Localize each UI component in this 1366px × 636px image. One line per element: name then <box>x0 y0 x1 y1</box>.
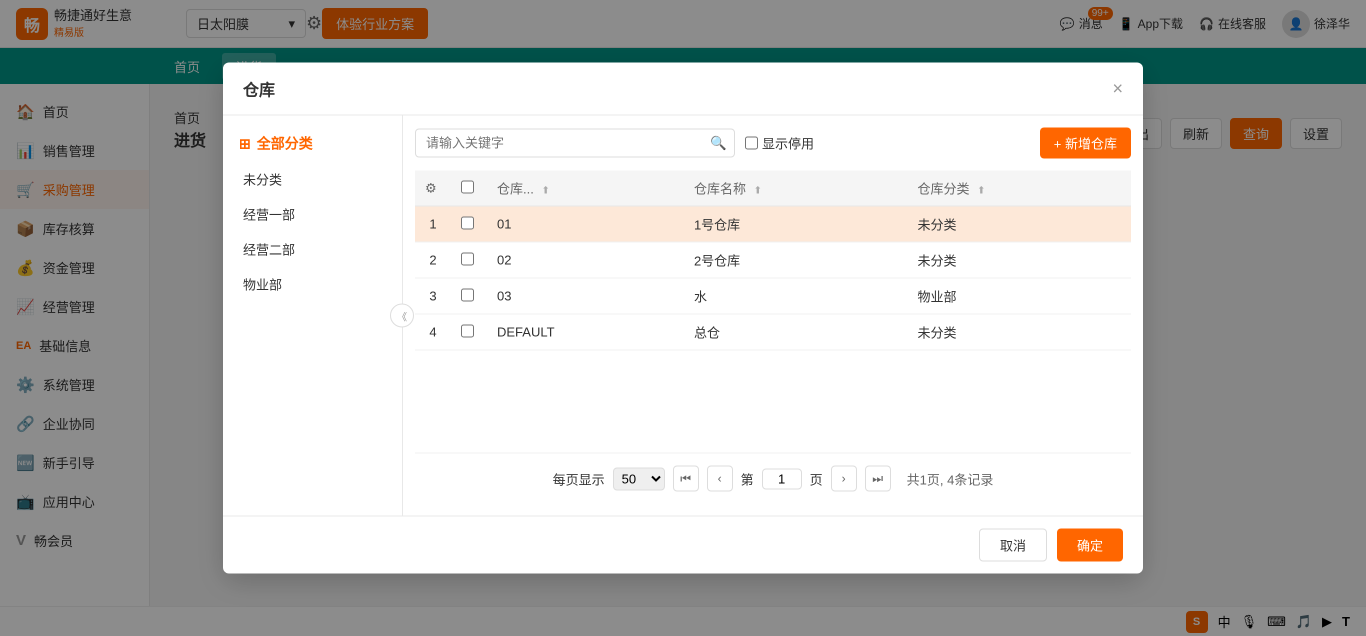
row-category: 未分类 <box>907 206 1131 242</box>
th-code[interactable]: 仓库... ⬆ <box>487 171 684 207</box>
all-category-label: 全部分类 <box>257 134 313 154</box>
pagination: 每页显示 10 20 50 100 ⏮ ‹ 第 页 › ⏭ 共1页, 4条记录 <box>415 453 1131 504</box>
sort-icon: ⬆ <box>754 186 762 197</box>
select-all-checkbox[interactable] <box>461 180 474 193</box>
table-header: ⚙ 仓库... ⬆ 仓库名称 ⬆ <box>415 171 1131 207</box>
table-row[interactable]: 1 01 1号仓库 未分类 <box>415 206 1131 242</box>
modal-footer: 取消 确定 <box>223 516 1143 574</box>
modal-close-button[interactable]: × <box>1112 78 1123 99</box>
row-name: 总仓 <box>684 314 908 350</box>
page-label: 第 <box>741 469 754 488</box>
confirm-button[interactable]: 确定 <box>1057 529 1123 562</box>
sort-icon: ⬆ <box>977 186 985 197</box>
per-page-select-wrap: 10 20 50 100 <box>613 467 665 490</box>
show-disabled-label[interactable]: 显示停用 <box>745 134 814 153</box>
per-page-select[interactable]: 10 20 50 100 <box>613 467 665 490</box>
per-page-label: 每页显示 <box>553 469 605 488</box>
category-item-label: 未分类 <box>243 173 282 188</box>
row-name: 水 <box>684 278 908 314</box>
total-info: 共1页, 4条记录 <box>907 469 994 488</box>
next-page-button[interactable]: › <box>831 466 857 492</box>
th-checkbox <box>451 171 487 207</box>
row-checkbox-cell <box>451 314 487 350</box>
row-name: 1号仓库 <box>684 206 908 242</box>
page-unit: 页 <box>810 469 823 488</box>
row-number: 2 <box>415 242 451 278</box>
search-input[interactable] <box>415 129 735 158</box>
row-category: 未分类 <box>907 242 1131 278</box>
row-checkbox[interactable] <box>461 288 474 301</box>
table-panel: 🔍 显示停用 + 新增仓库 ⚙ <box>403 116 1143 516</box>
search-input-wrap: 🔍 <box>415 129 735 158</box>
row-code: 03 <box>487 278 684 314</box>
warehouse-table: ⚙ 仓库... ⬆ 仓库名称 ⬆ <box>415 171 1131 351</box>
grid-icon: ⊞ <box>239 135 251 152</box>
row-checkbox[interactable] <box>461 324 474 337</box>
row-number: 4 <box>415 314 451 350</box>
row-code: 02 <box>487 242 684 278</box>
category-item-ops1[interactable]: 经营一部 <box>223 197 402 232</box>
row-checkbox[interactable] <box>461 216 474 229</box>
table-body: 1 01 1号仓库 未分类 2 02 <box>415 206 1131 350</box>
th-name[interactable]: 仓库名称 ⬆ <box>684 171 908 207</box>
category-item-label: 经营二部 <box>243 243 295 258</box>
search-bar: 🔍 显示停用 + 新增仓库 <box>415 128 1131 159</box>
row-checkbox-cell <box>451 206 487 242</box>
collapse-panel-button[interactable]: 《 <box>390 304 414 328</box>
row-checkbox-cell <box>451 242 487 278</box>
category-item-property[interactable]: 物业部 <box>223 267 402 302</box>
category-all[interactable]: ⊞ 全部分类 <box>223 126 402 162</box>
sort-icon: ⬆ <box>541 186 549 197</box>
add-warehouse-button[interactable]: + 新增仓库 <box>1040 128 1131 159</box>
row-code: 01 <box>487 206 684 242</box>
prev-page-button[interactable]: ‹ <box>707 466 733 492</box>
row-number: 1 <box>415 206 451 242</box>
page-input[interactable] <box>762 468 802 489</box>
search-button[interactable]: 🔍 <box>710 135 727 151</box>
warehouse-modal: 仓库 × ⊞ 全部分类 未分类 经营一部 经营二部 物业部 《 <box>223 63 1143 574</box>
th-settings: ⚙ <box>415 171 451 207</box>
table-row[interactable]: 3 03 水 物业部 <box>415 278 1131 314</box>
category-item-label: 物业部 <box>243 278 282 293</box>
category-panel: ⊞ 全部分类 未分类 经营一部 经营二部 物业部 《 <box>223 116 403 516</box>
show-disabled-checkbox[interactable] <box>745 137 758 150</box>
category-item-label: 经营一部 <box>243 208 295 223</box>
cancel-button[interactable]: 取消 <box>979 529 1047 562</box>
last-page-button[interactable]: ⏭ <box>865 466 891 492</box>
row-checkbox[interactable] <box>461 252 474 265</box>
modal-body: ⊞ 全部分类 未分类 经营一部 经营二部 物业部 《 <box>223 116 1143 516</box>
row-name: 2号仓库 <box>684 242 908 278</box>
settings-icon: ⚙ <box>425 180 437 195</box>
row-code: DEFAULT <box>487 314 684 350</box>
row-category: 物业部 <box>907 278 1131 314</box>
row-category: 未分类 <box>907 314 1131 350</box>
category-item-ops2[interactable]: 经营二部 <box>223 232 402 267</box>
row-number: 3 <box>415 278 451 314</box>
table-row[interactable]: 2 02 2号仓库 未分类 <box>415 242 1131 278</box>
first-page-button[interactable]: ⏮ <box>673 466 699 492</box>
th-category[interactable]: 仓库分类 ⬆ <box>907 171 1131 207</box>
category-item-unclassified[interactable]: 未分类 <box>223 162 402 197</box>
modal-header: 仓库 × <box>223 63 1143 116</box>
table-row[interactable]: 4 DEFAULT 总仓 未分类 <box>415 314 1131 350</box>
row-checkbox-cell <box>451 278 487 314</box>
modal-title: 仓库 <box>243 77 275 101</box>
